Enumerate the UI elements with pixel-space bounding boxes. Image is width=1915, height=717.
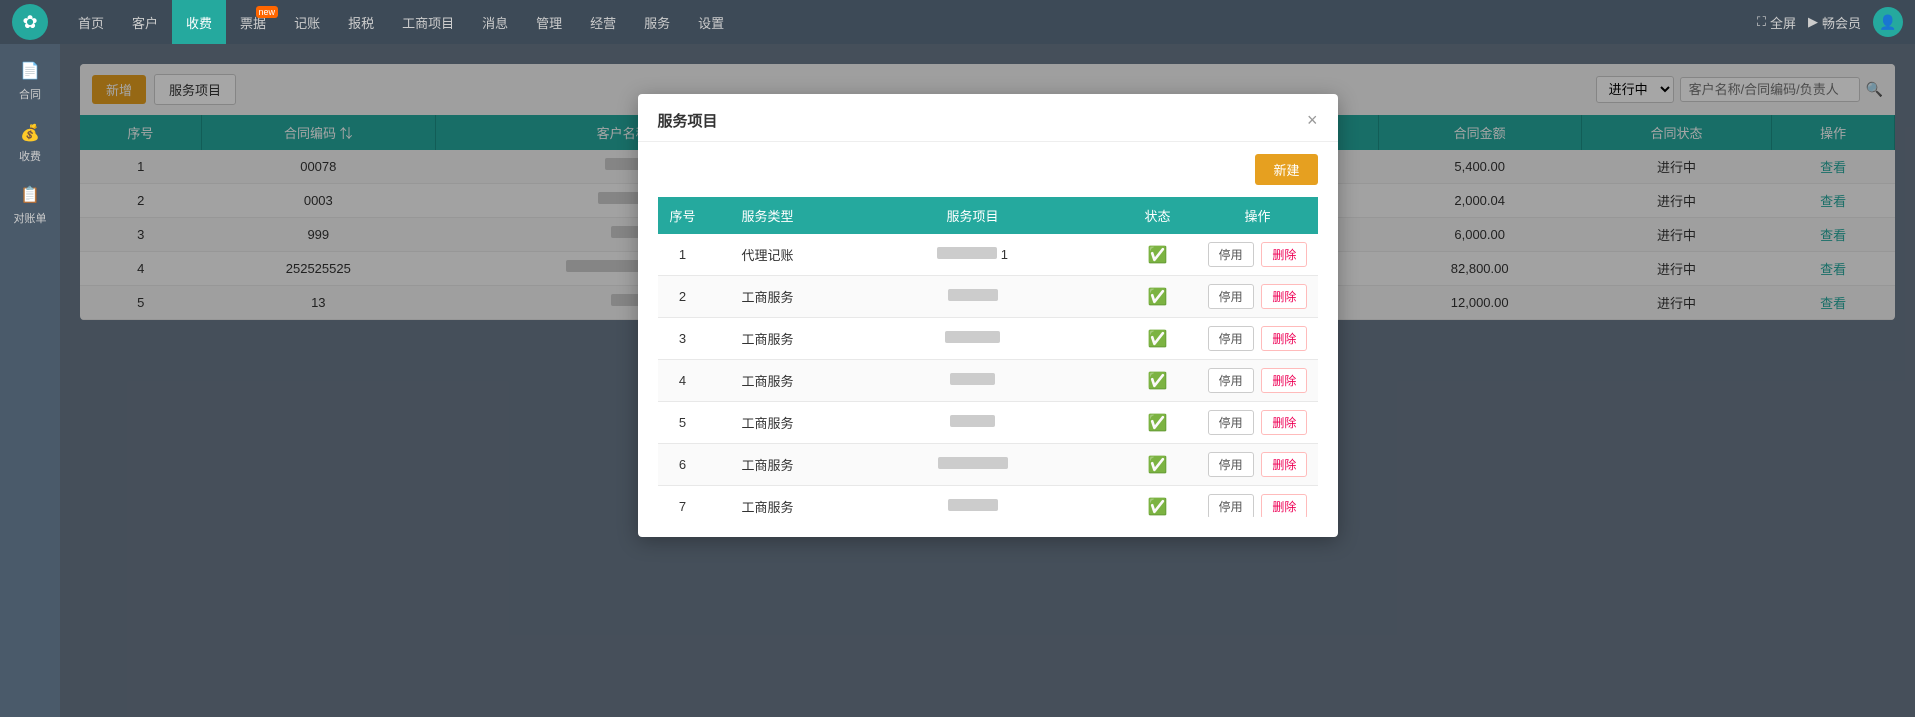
status-active-icon: ✅ xyxy=(1148,247,1168,264)
status-active-icon: ✅ xyxy=(1148,499,1168,516)
nav-right: ⛶ 全屏 ▶ 畅会员 👤 xyxy=(1757,7,1903,37)
avatar[interactable]: 👤 xyxy=(1873,7,1903,37)
modal-col-item: 服务项目 xyxy=(828,197,1118,234)
fullscreen-button[interactable]: ⛶ 全屏 xyxy=(1757,13,1796,32)
stop-button[interactable]: 停用 xyxy=(1208,452,1254,477)
modal-col-seq: 序号 xyxy=(658,197,708,234)
status-active-icon: ✅ xyxy=(1148,373,1168,390)
content-area: 新增 服务项目 进行中 已结束 全部 🔍 序号 合同编码 ⇅ xyxy=(60,44,1915,717)
sidebar: 📄 合同 💰 收费 📋 对账单 xyxy=(0,44,60,717)
delete-button[interactable]: 删除 xyxy=(1261,452,1307,477)
stop-button[interactable]: 停用 xyxy=(1208,242,1254,267)
nav-settings[interactable]: 设置 xyxy=(684,0,738,44)
nav-operation[interactable]: 经营 xyxy=(576,0,630,44)
nav-service[interactable]: 服务 xyxy=(630,0,684,44)
stop-button[interactable]: 停用 xyxy=(1208,410,1254,435)
delete-button[interactable]: 删除 xyxy=(1261,326,1307,351)
modal-table-row: 3 工商服务 ✅ 停用 删除 xyxy=(658,318,1318,360)
modal-table: 序号 服务类型 服务项目 状态 操作 1 代理记账 XX 1 ✅ xyxy=(658,197,1318,517)
modal-col-action: 操作 xyxy=(1198,197,1318,234)
modal-table-row: 2 工商服务 ✅ 停用 删除 xyxy=(658,276,1318,318)
modal-toolbar: 新建 xyxy=(638,142,1338,197)
nav-ticket[interactable]: 票据 new xyxy=(226,0,280,44)
nav-manage[interactable]: 管理 xyxy=(522,0,576,44)
stop-button[interactable]: 停用 xyxy=(1208,326,1254,351)
statement-icon: 📋 xyxy=(19,184,41,206)
nav-customer[interactable]: 客户 xyxy=(118,0,172,44)
status-active-icon: ✅ xyxy=(1148,289,1168,306)
nav-commerce[interactable]: 工商项目 xyxy=(388,0,468,44)
modal-header: 服务项目 × xyxy=(638,94,1338,142)
modal-new-button[interactable]: 新建 xyxy=(1255,154,1317,185)
modal-table-row: 5 工商服务 ✅ 停用 删除 xyxy=(658,402,1318,444)
status-active-icon: ✅ xyxy=(1148,331,1168,348)
nav-bookkeeping[interactable]: 记账 xyxy=(280,0,334,44)
modal-table-row: 1 代理记账 XX 1 ✅ 停用 删除 xyxy=(658,234,1318,276)
delete-button[interactable]: 删除 xyxy=(1261,368,1307,393)
modal-col-status: 状态 xyxy=(1118,197,1198,234)
sidebar-item-contract[interactable]: 📄 合同 xyxy=(4,52,56,110)
modal-table-wrap: 序号 服务类型 服务项目 状态 操作 1 代理记账 XX 1 ✅ xyxy=(638,197,1338,517)
delete-button[interactable]: 删除 xyxy=(1261,410,1307,435)
nav-home[interactable]: 首页 xyxy=(64,0,118,44)
delete-button[interactable]: 删除 xyxy=(1261,242,1307,267)
member-button[interactable]: ▶ 畅会员 xyxy=(1808,13,1861,32)
top-nav: ✿ 首页 客户 收费 票据 new 记账 报税 工商项目 消息 管理 经营 服务… xyxy=(0,0,1915,44)
modal-table-row: 4 工商服务 ✅ 停用 删除 xyxy=(658,360,1318,402)
status-active-icon: ✅ xyxy=(1148,457,1168,474)
sidebar-item-charge[interactable]: 💰 收费 xyxy=(4,114,56,172)
sidebar-item-statement[interactable]: 📋 对账单 xyxy=(4,176,56,234)
main-layout: 📄 合同 💰 收费 📋 对账单 新增 服务项目 进行中 已结束 全部 xyxy=(0,44,1915,717)
stop-button[interactable]: 停用 xyxy=(1208,368,1254,393)
modal-col-type: 服务类型 xyxy=(708,197,828,234)
modal-table-row: 7 工商服务 ✅ 停用 删除 xyxy=(658,486,1318,518)
delete-button[interactable]: 删除 xyxy=(1261,284,1307,309)
new-badge: new xyxy=(256,6,279,18)
charge-icon: 💰 xyxy=(19,122,41,144)
service-items-modal: 服务项目 × 新建 序号 服务类型 服务项目 状态 操作 xyxy=(638,94,1338,537)
nav-charge[interactable]: 收费 xyxy=(172,0,226,44)
modal-close-button[interactable]: × xyxy=(1307,110,1318,131)
nav-tax[interactable]: 报税 xyxy=(334,0,388,44)
modal-table-row: 6 工商服务 ✅ 停用 删除 xyxy=(658,444,1318,486)
stop-button[interactable]: 停用 xyxy=(1208,494,1254,517)
delete-button[interactable]: 删除 xyxy=(1261,494,1307,517)
modal-title: 服务项目 xyxy=(658,110,718,131)
stop-button[interactable]: 停用 xyxy=(1208,284,1254,309)
contract-icon: 📄 xyxy=(19,60,41,82)
status-active-icon: ✅ xyxy=(1148,415,1168,432)
nav-messages[interactable]: 消息 xyxy=(468,0,522,44)
logo: ✿ xyxy=(12,4,48,40)
